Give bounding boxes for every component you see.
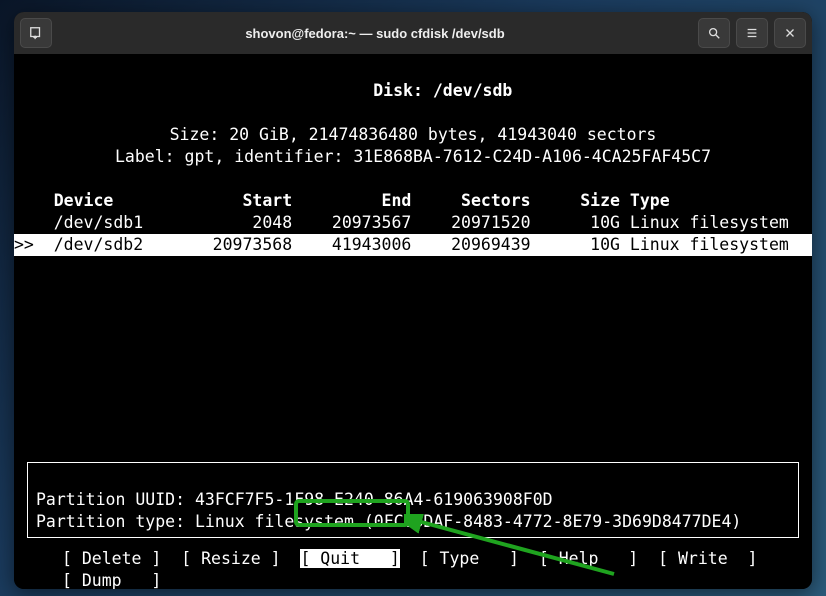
- menu-write[interactable]: [ Write ]: [658, 549, 757, 568]
- disk-size-line: Size: 20 GiB, 21474836480 bytes, 4194304…: [14, 124, 812, 146]
- disk-header: Disk: /dev/sdb: [14, 54, 812, 124]
- ptype-label: Partition type:: [36, 512, 195, 531]
- menu-row-1: [ Delete ] [ Resize ] [ Quit ] [ Type ] …: [14, 548, 812, 570]
- table-row[interactable]: >> /dev/sdb2 20973568 41943006 20969439 …: [14, 234, 812, 256]
- menu-button[interactable]: [736, 18, 768, 48]
- terminal-content[interactable]: Disk: /dev/sdb Size: 20 GiB, 21474836480…: [14, 54, 812, 589]
- menu-quit[interactable]: [ Quit ]: [300, 549, 399, 568]
- uuid-value: 43FCF7F5-1F98-E240-86A4-619063908F0D: [195, 490, 553, 509]
- close-icon: [783, 26, 797, 40]
- search-button[interactable]: [698, 18, 730, 48]
- menu-delete[interactable]: [ Delete ]: [62, 549, 161, 568]
- uuid-label: Partition UUID:: [36, 490, 195, 509]
- menu-dump[interactable]: [ Dump ]: [62, 571, 161, 589]
- menu-resize[interactable]: [ Resize ]: [181, 549, 280, 568]
- terminal-window: shovon@fedora:~ — sudo cfdisk /dev/sdb D…: [14, 12, 812, 589]
- table-row[interactable]: /dev/sdb1 2048 20973567 20971520 10G Lin…: [14, 212, 812, 234]
- disk-device: /dev/sdb: [433, 81, 512, 100]
- menu-type[interactable]: [ Type ]: [420, 549, 519, 568]
- ptype-value: Linux filesystem (0FC63DAF-8483-4772-8E7…: [195, 512, 741, 531]
- menu-row-2: [ Dump ]: [14, 570, 812, 589]
- close-button[interactable]: [774, 18, 806, 48]
- disk-label-prefix: Disk:: [373, 81, 433, 100]
- menu-help[interactable]: [ Help ]: [539, 549, 638, 568]
- window-title: shovon@fedora:~ — sudo cfdisk /dev/sdb: [56, 26, 694, 41]
- disk-label-line: Label: gpt, identifier: 31E868BA-7612-C2…: [14, 146, 812, 168]
- hamburger-icon: [745, 26, 759, 40]
- partition-info-box: Partition UUID: 43FCF7F5-1F98-E240-86A4-…: [27, 462, 799, 538]
- new-tab-button[interactable]: [20, 18, 52, 48]
- new-tab-icon: [29, 26, 43, 40]
- search-icon: [707, 26, 721, 40]
- table-header: Device Start End Sectors Size Type: [14, 190, 812, 212]
- titlebar: shovon@fedora:~ — sudo cfdisk /dev/sdb: [14, 12, 812, 54]
